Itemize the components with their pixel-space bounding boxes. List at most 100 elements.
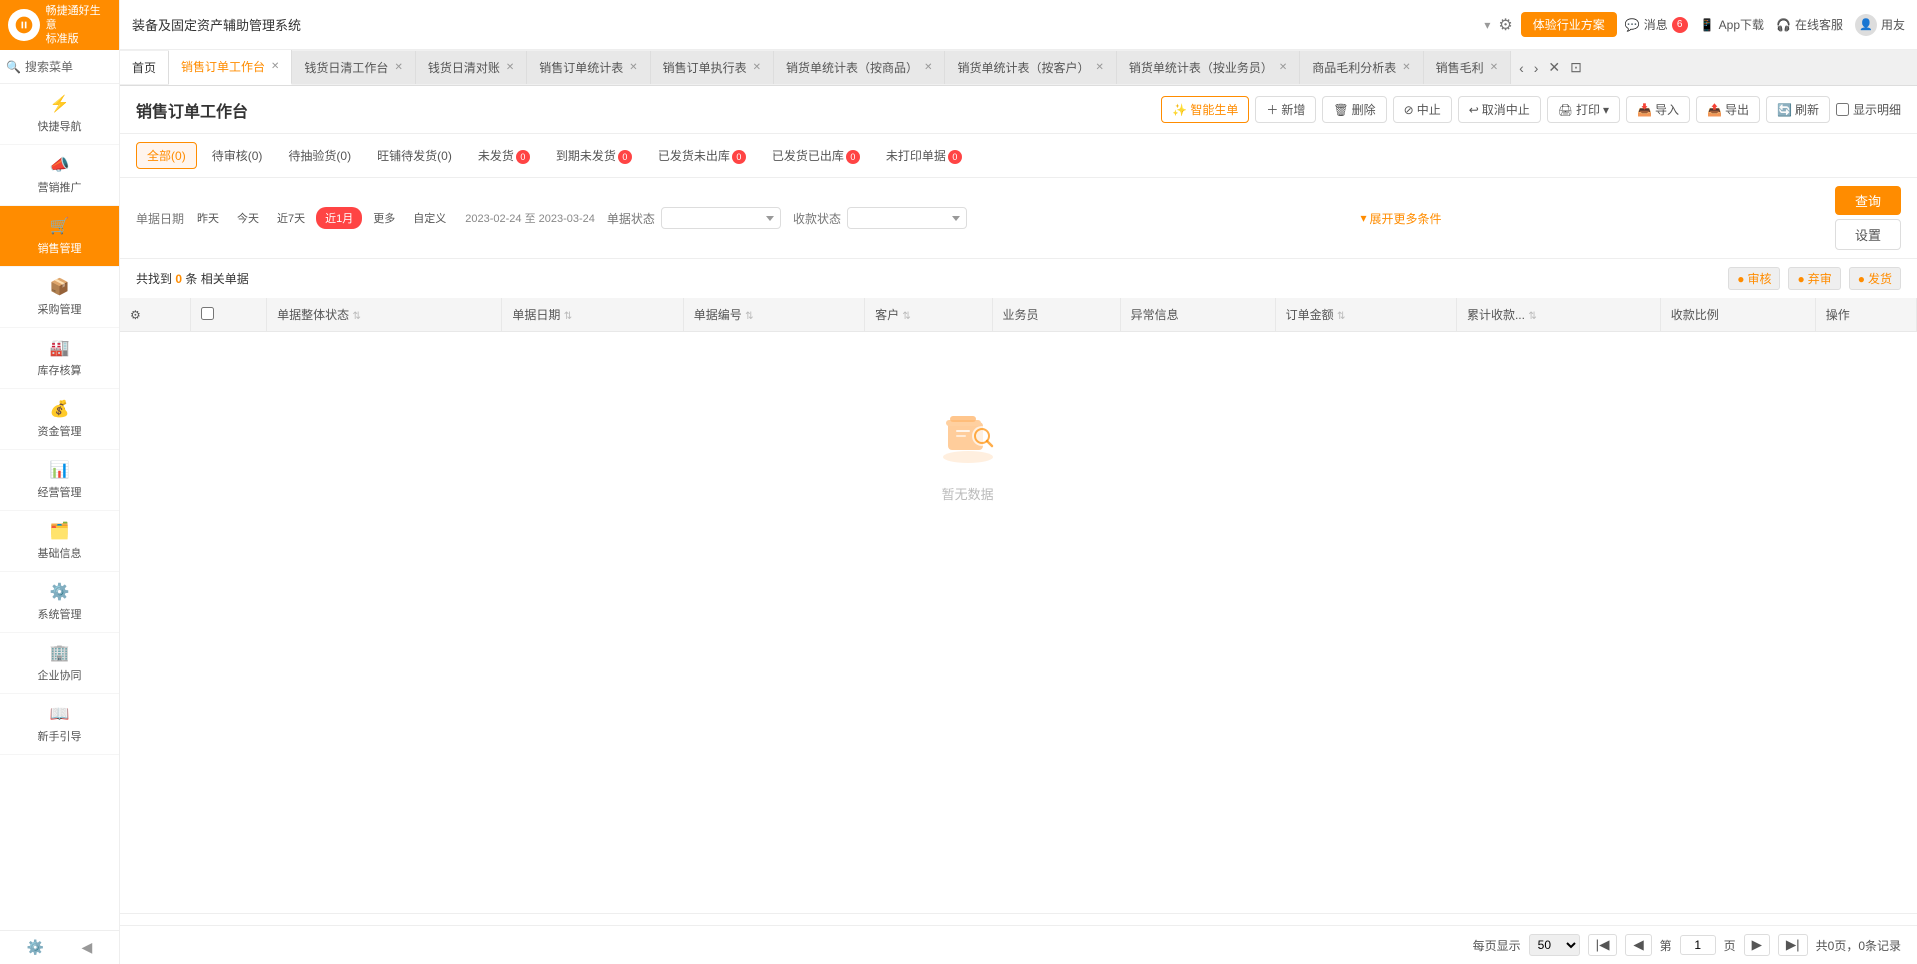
filter-tab-shipped-not-in[interactable]: 已发货未出库0 — [647, 142, 757, 169]
page-size-select[interactable]: 10 20 50 100 — [1529, 934, 1580, 956]
col-number[interactable]: 单据编号 ⇅ — [683, 298, 864, 332]
col-status[interactable]: 单据整体状态 ⇅ — [267, 298, 502, 332]
filter-tab-shipped-in[interactable]: 已发货已出库0 — [761, 142, 871, 169]
date-btn-yesterday[interactable]: 昨天 — [190, 207, 226, 229]
sidebar-item-base-info[interactable]: 🗂️ 基础信息 — [0, 511, 119, 572]
tab-close-goods-margin[interactable]: ✕ — [1402, 62, 1410, 73]
delete-button[interactable]: 🗑 删除 — [1322, 96, 1386, 123]
page-last-button[interactable]: ▶| — [1778, 934, 1808, 956]
date-btn-1month[interactable]: 近1月 — [316, 207, 362, 229]
date-btn-7days[interactable]: 近7天 — [270, 207, 312, 229]
col-collected[interactable]: 累计收款... ⇅ — [1456, 298, 1660, 332]
tab-cash-daily[interactable]: 钱货日清工作台 ✕ — [292, 51, 415, 84]
filter-tab-wangpu[interactable]: 旺铺待发货(0) — [366, 142, 463, 169]
tab-close-cash-reconcile[interactable]: ✕ — [506, 62, 514, 73]
page-next-button[interactable]: ▶ — [1744, 934, 1770, 956]
tab-close-sales-summary-staff[interactable]: ✕ — [1279, 62, 1287, 73]
page-prev-button[interactable]: ◀ — [1625, 934, 1651, 956]
app-download-action[interactable]: 📱 App下载 — [1700, 16, 1764, 33]
query-button[interactable]: 查询 — [1835, 186, 1901, 215]
date-btn-more[interactable]: 更多 — [366, 207, 402, 229]
filter-tab-pending-review[interactable]: 待审核(0) — [201, 142, 274, 169]
set-button[interactable]: 设置 — [1835, 219, 1901, 250]
review-action-button[interactable]: ● 审核 — [1728, 267, 1780, 290]
dropdown-arrow-icon[interactable]: ▾ — [1484, 18, 1490, 32]
col-date[interactable]: 单据日期 ⇅ — [502, 298, 683, 332]
select-all-checkbox[interactable] — [201, 307, 214, 320]
page-first-button[interactable]: |◀ — [1588, 934, 1618, 956]
status-select[interactable] — [661, 207, 781, 229]
settings-bottom-icon[interactable]: ⚙️ — [27, 939, 44, 956]
collapse-icon[interactable]: ◀ — [82, 939, 93, 956]
page-number-input[interactable] — [1680, 935, 1716, 955]
date-btn-today[interactable]: 今天 — [230, 207, 266, 229]
table-scroll[interactable]: ⚙ 单据整体状态 ⇅ 单据日期 ⇅ 单据编号 ⇅ — [120, 298, 1917, 913]
count-value: 0 — [175, 272, 182, 286]
tab-sales-summary-customer[interactable]: 销货单统计表（按客户） ✕ — [945, 51, 1116, 84]
print-button[interactable]: 🖨 打印 ▾ — [1547, 96, 1620, 123]
headset-icon: 🎧 — [1776, 18, 1791, 32]
sidebar-item-marketing[interactable]: 📣 营销推广 — [0, 145, 119, 206]
filter-tab-all[interactable]: 全部(0) — [136, 142, 197, 169]
stop-button[interactable]: ⊘ 中止 — [1393, 96, 1452, 123]
sidebar-item-sales[interactable]: 🛒 销售管理 — [0, 206, 119, 267]
show-detail-checkbox[interactable] — [1836, 103, 1849, 116]
import-button[interactable]: 📥 导入 — [1626, 96, 1690, 123]
sidebar-item-quick-nav[interactable]: ⚡ 快捷导航 — [0, 84, 119, 145]
filter-tab-pending-inspect[interactable]: 待抽验货(0) — [277, 142, 362, 169]
tab-close-all-button[interactable]: ✕ — [1544, 57, 1564, 78]
tab-close-cash-daily[interactable]: ✕ — [394, 62, 402, 73]
add-button[interactable]: ＋ 新增 — [1255, 96, 1316, 123]
tab-next-button[interactable]: › — [1530, 58, 1543, 78]
industry-solution-button[interactable]: 体验行业方案 — [1521, 12, 1617, 37]
show-detail-checkbox-label[interactable]: 显示明细 — [1836, 101, 1901, 118]
tab-sales-summary-staff[interactable]: 销货单统计表（按业务员） ✕ — [1117, 51, 1300, 84]
tab-cash-reconcile[interactable]: 钱货日清对账 ✕ — [416, 51, 527, 84]
horizontal-scrollbar[interactable] — [120, 913, 1917, 925]
filter-tab-not-printed[interactable]: 未打印单据0 — [875, 142, 973, 169]
ship-action-button[interactable]: ● 发货 — [1849, 267, 1901, 290]
date-btn-custom[interactable]: 自定义 — [406, 207, 453, 229]
refresh-button[interactable]: 🔄 刷新 — [1766, 96, 1830, 123]
user-action[interactable]: 👤 用友 — [1855, 14, 1905, 36]
export-button[interactable]: 📤 导出 — [1696, 96, 1760, 123]
tab-goods-margin[interactable]: 商品毛利分析表 ✕ — [1300, 51, 1423, 84]
tab-close-sales-summary-product[interactable]: ✕ — [924, 62, 932, 73]
col-settings[interactable]: ⚙ — [120, 298, 190, 332]
col-customer[interactable]: 客户 ⇅ — [865, 298, 992, 332]
payment-select[interactable] — [847, 207, 967, 229]
col-amount[interactable]: 订单金额 ⇅ — [1275, 298, 1456, 332]
sidebar-item-system[interactable]: ⚙️ 系统管理 — [0, 572, 119, 633]
filter-tab-not-shipped[interactable]: 未发货0 — [467, 142, 541, 169]
tab-sales-exec[interactable]: 销售订单执行表 ✕ — [651, 51, 774, 84]
sidebar-item-finance[interactable]: 💰 资金管理 — [0, 389, 119, 450]
sidebar-item-purchase[interactable]: 📦 采购管理 — [0, 267, 119, 328]
tab-home[interactable]: 首页 — [120, 51, 169, 84]
cancel-review-action-button[interactable]: ● 弃审 — [1788, 267, 1840, 290]
tab-sales-order[interactable]: 销售订单工作台 ✕ — [169, 50, 292, 85]
cancel-stop-button[interactable]: ↩ 取消中止 — [1458, 96, 1541, 123]
sidebar-item-guide[interactable]: 📖 新手引导 — [0, 694, 119, 755]
sidebar-item-operations[interactable]: 📊 经营管理 — [0, 450, 119, 511]
tab-close-sales-summary-customer[interactable]: ✕ — [1095, 62, 1103, 73]
online-service-action[interactable]: 🎧 在线客服 — [1776, 16, 1843, 33]
ai-generate-button[interactable]: ✨ 智能生单 — [1161, 96, 1249, 123]
settings-topbar-icon[interactable]: ⚙ — [1498, 15, 1512, 35]
sidebar-item-inventory[interactable]: 🏭 库存核算 — [0, 328, 119, 389]
filter-tab-expired[interactable]: 到期未发货0 — [545, 142, 643, 169]
tab-expand-button[interactable]: ⊡ — [1566, 57, 1586, 78]
tab-close-sales-profit[interactable]: ✕ — [1490, 62, 1498, 73]
message-action[interactable]: 💬 消息 6 — [1625, 16, 1688, 33]
tab-close-sales-stat[interactable]: ✕ — [629, 62, 637, 73]
main-area: 装备及固定资产辅助管理系统 ▾ ⚙ 体验行业方案 💬 消息 6 📱 App下载 … — [120, 0, 1917, 964]
sidebar-search[interactable]: 🔍 搜索菜单 — [0, 50, 119, 84]
tab-close-sales-exec[interactable]: ✕ — [753, 62, 761, 73]
tab-prev-button[interactable]: ‹ — [1515, 58, 1528, 78]
tab-sales-profit[interactable]: 销售毛利 ✕ — [1424, 51, 1511, 84]
expand-conditions-button[interactable]: ▾ 展开更多条件 — [1360, 210, 1441, 227]
tab-sales-stat[interactable]: 销售订单统计表 ✕ — [527, 51, 650, 84]
tab-close-sales-order[interactable]: ✕ — [271, 61, 279, 72]
col-checkbox-header[interactable] — [190, 298, 266, 332]
tab-sales-summary-product[interactable]: 销货单统计表（按商品） ✕ — [774, 51, 945, 84]
sidebar-item-enterprise[interactable]: 🏢 企业协同 — [0, 633, 119, 694]
